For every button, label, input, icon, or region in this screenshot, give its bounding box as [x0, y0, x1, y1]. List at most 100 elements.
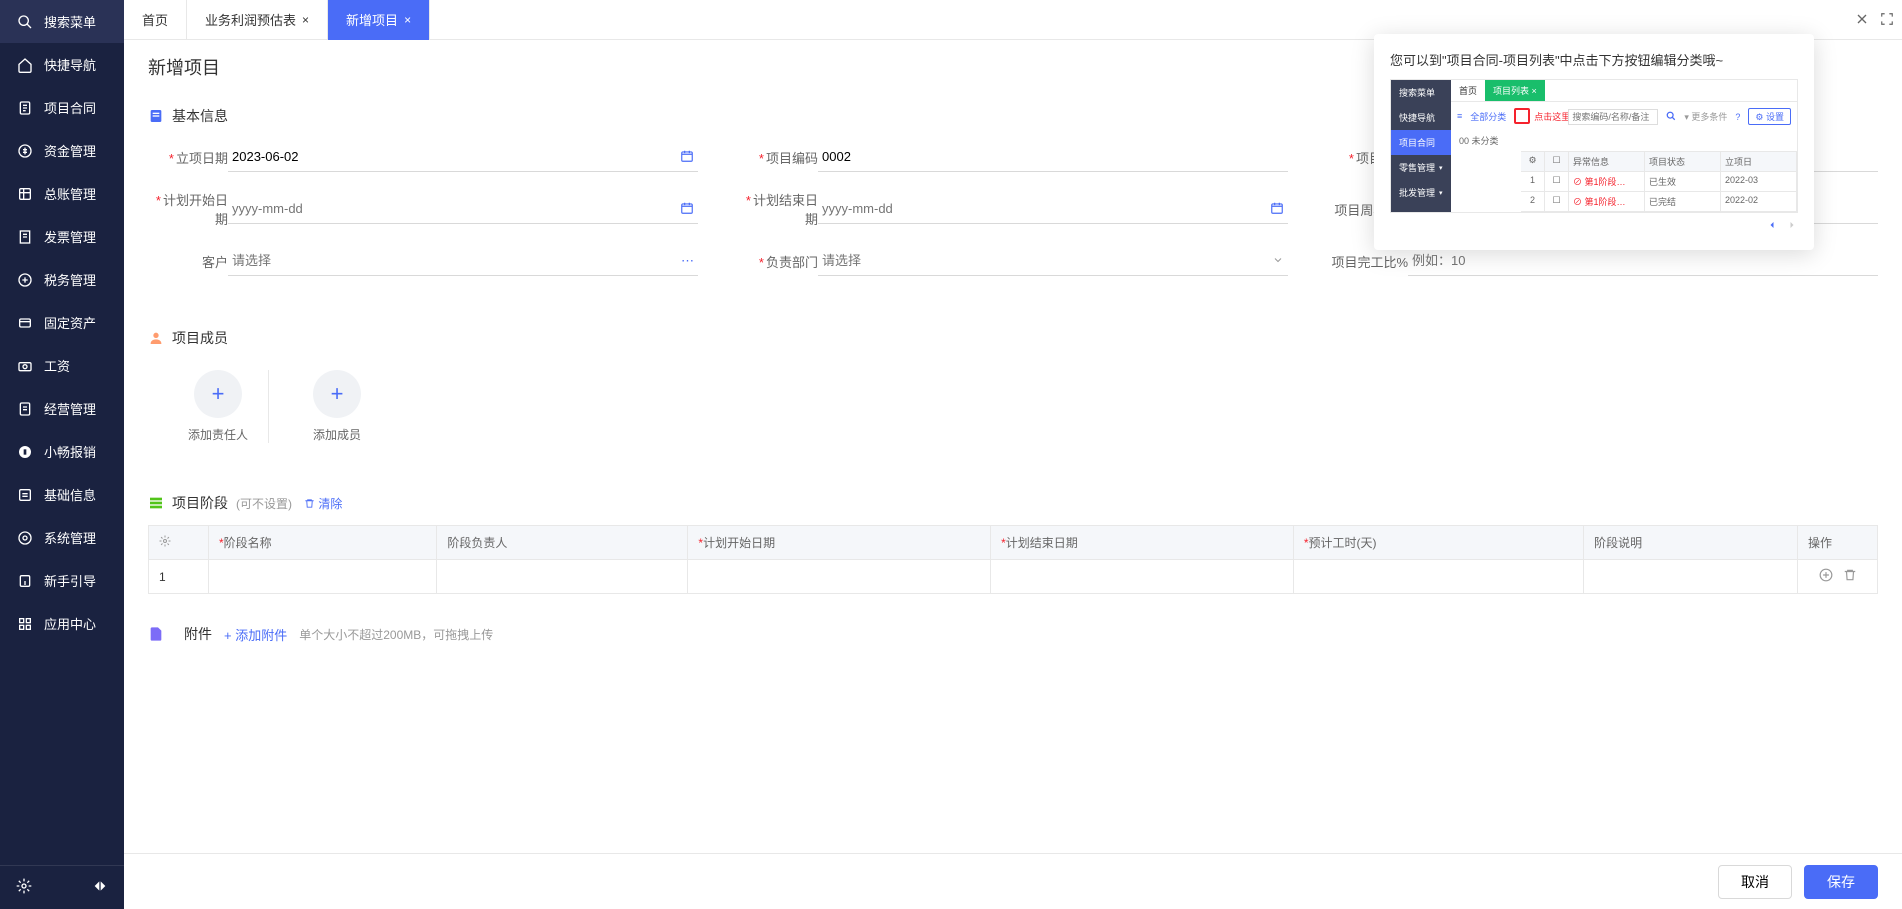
th-stage-ops: 操作 — [1798, 526, 1878, 560]
mini-side-item: 零售管理 ▾ — [1391, 155, 1451, 180]
add-member-label: 添加成员 — [313, 426, 361, 443]
mini-side-item: 快捷导航 — [1391, 105, 1451, 130]
tab-close-icon[interactable]: × — [302, 13, 309, 27]
label-code: 项目编码 — [738, 148, 818, 167]
sidebar-item-biz[interactable]: 经营管理 — [0, 387, 124, 430]
sidebar-item-label: 应用中心 — [44, 614, 96, 633]
sidebar-item-doc[interactable]: 项目合同 — [0, 86, 124, 129]
basic-section-icon — [148, 108, 164, 124]
sidebar-item-label: 总账管理 — [44, 184, 96, 203]
sidebar-item-money[interactable]: 资金管理 — [0, 129, 124, 172]
sidebar-item-salary[interactable]: 工资 — [0, 344, 124, 387]
sidebar-item-asset[interactable]: 固定资产 — [0, 301, 124, 344]
tax-icon — [16, 271, 34, 289]
guide-popup: 您可以到"项目合同-项目列表"中点击下方按钮编辑分类哦~ 搜索菜单快捷导航项目合… — [1374, 34, 1814, 250]
more-icon[interactable]: ⋯ — [681, 253, 694, 269]
close-icon[interactable] — [1854, 11, 1870, 30]
basic-section-title: 基本信息 — [172, 106, 228, 126]
cell-stage-owner[interactable] — [437, 560, 688, 594]
sidebar-item-ledger[interactable]: 总账管理 — [0, 172, 124, 215]
tab[interactable]: 新增项目× — [328, 0, 430, 40]
select-dept[interactable] — [818, 246, 1288, 276]
sidebar-item-label: 工资 — [44, 356, 70, 375]
mini-search-icon — [1666, 111, 1676, 123]
sidebar-item-tax[interactable]: 税务管理 — [0, 258, 124, 301]
add-member-button[interactable]: + — [313, 370, 361, 418]
fullscreen-icon[interactable] — [1880, 12, 1894, 29]
click-here-label: 点击这里 — [1534, 110, 1570, 123]
sidebar-item-sys[interactable]: 系统管理 — [0, 516, 124, 559]
sidebar-item-info[interactable]: 基础信息 — [0, 473, 124, 516]
attach-section-title: 附件 — [184, 624, 212, 644]
sidebar-item-home[interactable]: 快捷导航 — [0, 43, 124, 86]
calendar-icon[interactable] — [680, 149, 694, 166]
sidebar-item-label: 小畅报销 — [44, 442, 96, 461]
row-add-icon[interactable] — [1819, 568, 1833, 585]
mini-search — [1568, 109, 1658, 125]
sidebar-item-label: 搜索菜单 — [44, 12, 96, 31]
sidebar-item-label: 系统管理 — [44, 528, 96, 547]
save-button[interactable]: 保存 — [1804, 865, 1878, 899]
popup-prev-icon[interactable] — [1766, 219, 1778, 234]
tab[interactable]: 首页 — [124, 0, 187, 40]
input-customer[interactable] — [228, 246, 698, 276]
input-plan-start[interactable] — [228, 194, 698, 224]
members-section-icon — [148, 330, 164, 346]
chevron-down-icon[interactable] — [1272, 254, 1284, 269]
sidebar-item-label: 基础信息 — [44, 485, 96, 504]
asset-icon — [16, 314, 34, 332]
sidebar-item-search[interactable]: 搜索菜单 — [0, 0, 124, 43]
settings-icon[interactable] — [16, 878, 32, 897]
stages-section-icon — [148, 495, 164, 511]
cell-stage-hours[interactable] — [1293, 560, 1583, 594]
collapse-icon[interactable] — [92, 878, 108, 897]
cell-stage-end[interactable] — [991, 560, 1294, 594]
home-icon — [16, 56, 34, 74]
sidebar-item-label: 固定资产 — [44, 313, 96, 332]
table-row[interactable]: 1 — [149, 560, 1878, 594]
sidebar-item-label: 发票管理 — [44, 227, 96, 246]
reimb-icon — [16, 443, 34, 461]
salary-icon — [16, 357, 34, 375]
tab[interactable]: 业务利润预估表 × — [187, 0, 328, 40]
calendar-icon[interactable] — [680, 201, 694, 218]
tab-close-icon[interactable]: × — [404, 13, 411, 27]
sidebar-item-invoice[interactable]: 发票管理 — [0, 215, 124, 258]
input-code[interactable] — [818, 142, 1288, 172]
label-customer: 客户 — [148, 252, 228, 271]
guide-icon — [16, 572, 34, 590]
row-delete-icon[interactable] — [1843, 568, 1857, 585]
apps-icon — [16, 615, 34, 633]
cell-stage-start[interactable] — [688, 560, 991, 594]
attach-hint: 单个大小不超过200MB，可拖拽上传 — [299, 626, 493, 643]
cancel-button[interactable]: 取消 — [1718, 865, 1792, 899]
label-plan-end: 计划结束日期 — [738, 190, 818, 228]
info-icon — [16, 486, 34, 504]
sidebar-item-guide[interactable]: 新手引导 — [0, 559, 124, 602]
sidebar-item-apps[interactable]: 应用中心 — [0, 602, 124, 645]
mini-setting-button: ⚙ 设置 — [1748, 108, 1791, 125]
cell-stage-name[interactable] — [209, 560, 437, 594]
label-progress: 项目完工比% — [1328, 252, 1408, 271]
add-owner-button[interactable]: + — [194, 370, 242, 418]
th-stage-name: 阶段名称 — [224, 536, 272, 550]
popup-next-icon[interactable] — [1786, 219, 1798, 234]
sidebar-item-label: 税务管理 — [44, 270, 96, 289]
tab-label: 业务利润预估表 — [205, 10, 296, 29]
sidebar-item-reimb[interactable]: 小畅报销 — [0, 430, 124, 473]
money-icon — [16, 142, 34, 160]
mini-side-item: 项目合同 — [1391, 130, 1451, 155]
stages-hint: (可不设置) — [236, 495, 292, 512]
stages-clear-button[interactable]: 清除 — [304, 495, 342, 512]
highlight-target-icon — [1514, 108, 1530, 124]
input-progress[interactable] — [1408, 246, 1878, 276]
cell-stage-desc[interactable] — [1584, 560, 1798, 594]
calendar-icon[interactable] — [1270, 201, 1284, 218]
th-gear[interactable] — [149, 526, 209, 560]
th-stage-owner: 阶段负责人 — [437, 526, 688, 560]
input-plan-end[interactable] — [818, 194, 1288, 224]
add-attachment-button[interactable]: + 添加附件 — [224, 625, 287, 644]
mini-tab-list: 项目列表 × — [1485, 80, 1545, 101]
input-estab-date[interactable] — [228, 142, 698, 172]
sidebar-item-label: 资金管理 — [44, 141, 96, 160]
